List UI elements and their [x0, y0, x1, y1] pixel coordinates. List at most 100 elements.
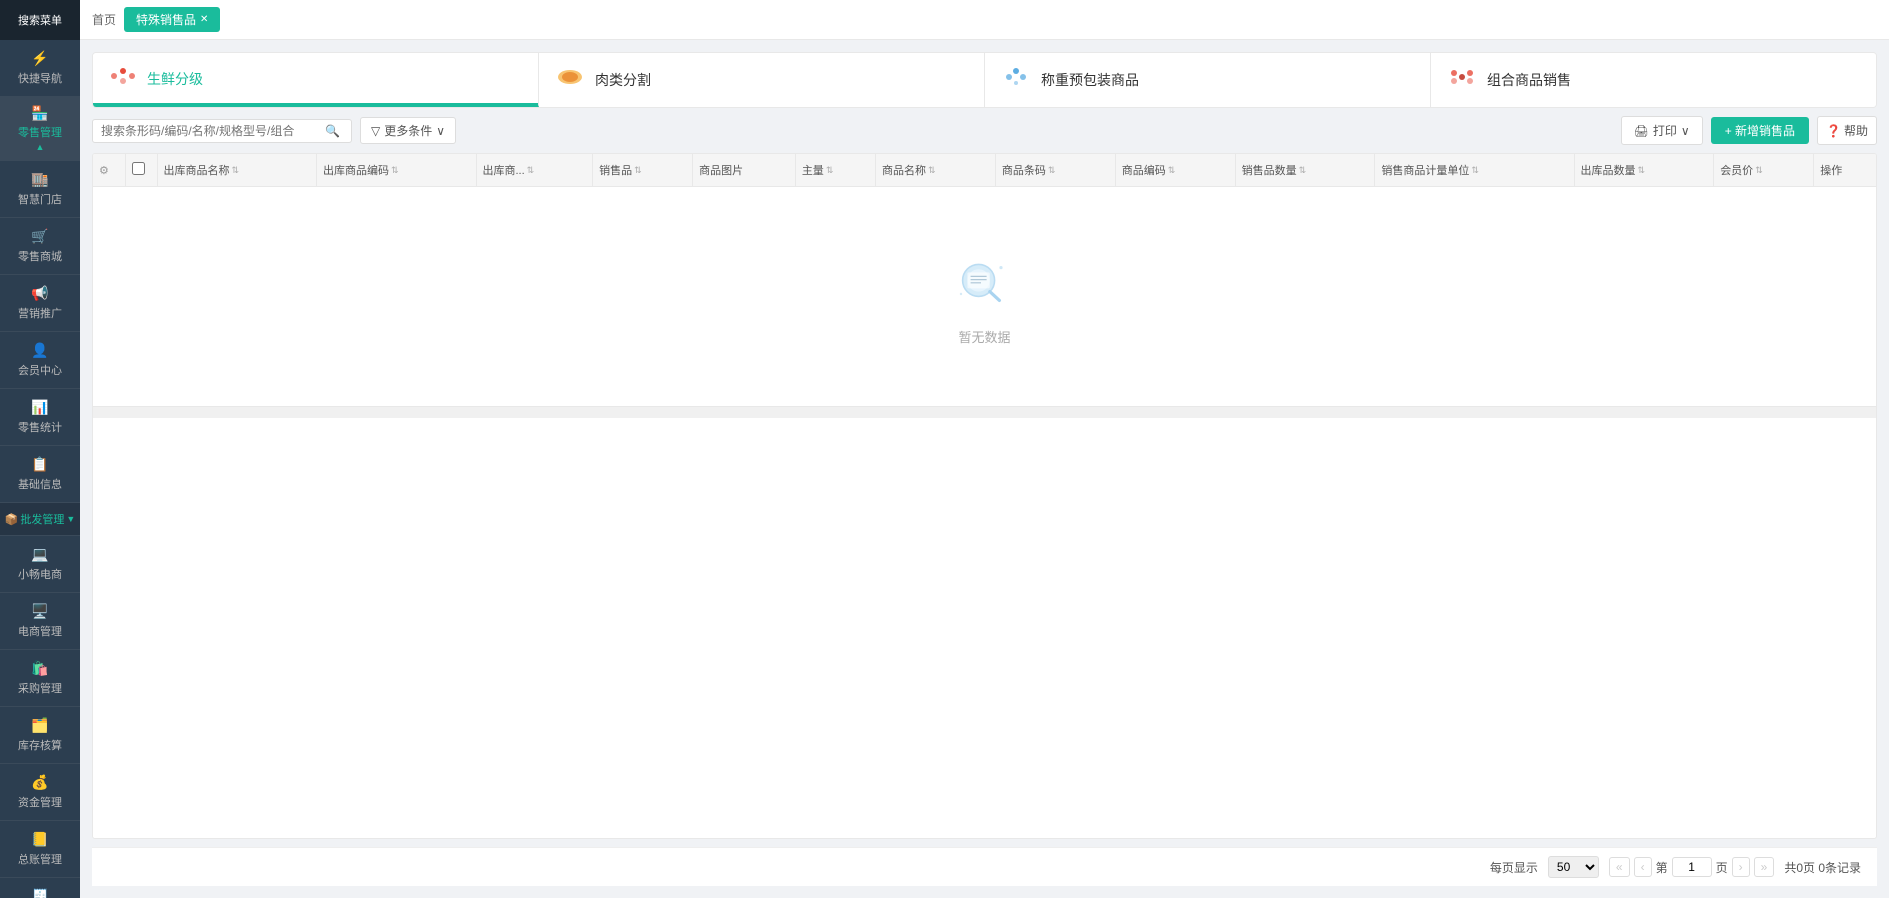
th-sales-qty[interactable]: 销售品数量 ⇅	[1235, 154, 1375, 187]
expand-icon: ▲	[36, 142, 45, 152]
member-center-icon: 👤	[31, 342, 48, 359]
tab-card-combo-sales[interactable]: 组合商品销售	[1431, 53, 1876, 107]
sidebar-item-label: 小畅电商	[18, 566, 62, 582]
home-breadcrumb[interactable]: 首页	[92, 11, 116, 28]
sort-icon: ⇅	[928, 165, 936, 176]
th-sales-unit[interactable]: 销售商品计量单位 ⇅	[1375, 154, 1574, 187]
sort-icon: ⇅	[634, 165, 642, 176]
combo-sales-icon	[1447, 66, 1477, 94]
wholesale-mgmt-icon: 📦	[5, 513, 19, 526]
prev-page-button[interactable]: ‹	[1634, 857, 1652, 877]
sidebar-item-member-center[interactable]: 👤 会员中心	[0, 332, 80, 389]
tab-card-fresh-grade[interactable]: 生鲜分级	[93, 53, 539, 107]
ecom-mgmt-icon: 🖥️	[31, 603, 48, 620]
sidebar-item-label: 采购管理	[18, 680, 62, 696]
add-sales-button[interactable]: + 新增销售品	[1711, 117, 1809, 144]
empty-state-row: 暂无数据	[93, 187, 1876, 407]
select-all-checkbox[interactable]	[132, 162, 145, 175]
fresh-grade-icon	[109, 65, 137, 93]
th-goods-image: 商品图片	[693, 154, 796, 187]
inventory-check-icon: 🗂️	[31, 717, 48, 734]
sidebar-item-fund-mgmt[interactable]: 💰 资金管理	[0, 764, 80, 821]
th-goods-barcode[interactable]: 商品条码 ⇅	[995, 154, 1115, 187]
th-label: 操作	[1820, 165, 1842, 177]
empty-state: 暂无数据	[93, 187, 1876, 406]
th-label: 销售品	[599, 162, 632, 178]
th-label: 出库品数量	[1581, 162, 1636, 178]
retail-mgmt-icon: 🏪	[31, 105, 48, 122]
tab-card-meat-cut[interactable]: 肉类分割	[539, 53, 985, 107]
th-member-price[interactable]: 会员价 ⇅	[1714, 154, 1814, 187]
print-chevron-icon: ∨	[1681, 124, 1690, 138]
search-box[interactable]: 🔍	[92, 119, 352, 143]
search-menu-label: 搜索菜单	[18, 12, 62, 28]
sidebar-item-label: 基础信息	[18, 476, 62, 492]
sidebar-logo[interactable]: 搜索菜单	[0, 0, 80, 40]
th-goods-code[interactable]: 商品编码 ⇅	[1115, 154, 1235, 187]
print-button[interactable]: 🖨 打印 ∨	[1621, 116, 1703, 145]
help-icon: ❓	[1826, 124, 1841, 138]
sidebar-item-retail-stats[interactable]: 📊 零售统计	[0, 389, 80, 446]
sidebar-item-invoice-mgmt[interactable]: 🧾 发票管理	[0, 878, 80, 898]
close-tab-icon[interactable]: ✕	[200, 14, 208, 25]
next-page-button[interactable]: ›	[1732, 857, 1750, 877]
sidebar-item-general-ledger[interactable]: 📒 总账管理	[0, 821, 80, 878]
first-page-button[interactable]: «	[1609, 857, 1630, 877]
table-container: ⚙ 出库商品名称 ⇅ 出库商	[92, 153, 1877, 839]
sidebar-item-mini-ecom[interactable]: 💻 小畅电商	[0, 536, 80, 593]
th-label: 会员价	[1720, 162, 1753, 178]
fresh-grade-title: 生鲜分级	[147, 69, 203, 89]
search-icon: 🔍	[325, 124, 340, 138]
tab-card-weigh-pack[interactable]: 称重预包装商品	[985, 53, 1431, 107]
sidebar-item-wholesale-mgmt[interactable]: 📦 批发管理 ▼	[0, 503, 80, 536]
th-label: 出库商品名称	[164, 162, 230, 178]
th-sales-goods[interactable]: 销售品 ⇅	[593, 154, 693, 187]
quick-nav-icon: ⚡	[31, 50, 48, 67]
sidebar-item-label: 零售管理	[18, 124, 62, 140]
th-label: 商品图片	[699, 165, 743, 177]
toolbar: 🔍 ▽ 更多条件 ∨ 🖨 打印 ∨ + 新增销售品 ❓	[92, 116, 1877, 145]
filter-chevron-icon: ∨	[436, 124, 445, 138]
print-label: 打印	[1653, 122, 1677, 139]
help-button[interactable]: ❓ 帮助	[1817, 116, 1877, 145]
th-checkbox[interactable]	[125, 154, 157, 187]
th-out-goods-code[interactable]: 出库商品编码 ⇅	[317, 154, 477, 187]
print-icon: 🖨	[1634, 124, 1649, 138]
horizontal-scrollbar[interactable]	[93, 406, 1876, 418]
th-label: 商品编码	[1122, 162, 1166, 178]
fund-mgmt-icon: 💰	[31, 774, 48, 791]
toolbar-right: 🖨 打印 ∨ + 新增销售品 ❓ 帮助	[1621, 116, 1877, 145]
th-out-goods-more[interactable]: 出库商... ⇅	[476, 154, 593, 187]
page-nav: « ‹ 第 页 › »	[1609, 857, 1774, 877]
sidebar-item-ecom-mgmt[interactable]: 🖥️ 电商管理	[0, 593, 80, 650]
sidebar-item-purchase-mgmt[interactable]: 🛍️ 采购管理	[0, 650, 80, 707]
page-input[interactable]	[1672, 857, 1712, 877]
filter-label: 更多条件	[384, 122, 432, 139]
filter-button[interactable]: ▽ 更多条件 ∨	[360, 117, 456, 144]
gear-icon[interactable]: ⚙	[99, 165, 109, 177]
th-operation: 操作	[1814, 154, 1876, 187]
sidebar-item-label: 库存核算	[18, 737, 62, 753]
sidebar-item-smart-store[interactable]: 🏬 智慧门店	[0, 161, 80, 218]
sidebar-item-retail-mgmt[interactable]: 🏪 零售管理 ▲	[0, 97, 80, 161]
sidebar-item-inventory-check[interactable]: 🗂️ 库存核算	[0, 707, 80, 764]
th-out-goods-name[interactable]: 出库商品名称 ⇅	[157, 154, 317, 187]
sidebar-item-sales-promo[interactable]: 📢 营销推广	[0, 275, 80, 332]
empty-illustration	[945, 247, 1025, 317]
th-out-qty[interactable]: 出库品数量 ⇅	[1574, 154, 1714, 187]
per-page-select[interactable]: 50 10 20 100	[1548, 856, 1599, 878]
sidebar-item-label: 快捷导航	[18, 70, 62, 86]
th-settings[interactable]: ⚙	[93, 154, 125, 187]
sort-icon: ⇅	[391, 165, 399, 176]
total-records: 共0页 0条记录	[1784, 859, 1861, 876]
th-main-unit[interactable]: 主量 ⇅	[795, 154, 875, 187]
th-goods-name[interactable]: 商品名称 ⇅	[876, 154, 996, 187]
sidebar-item-quick-nav[interactable]: ⚡ 快捷导航	[0, 40, 80, 97]
th-label: 商品条码	[1002, 162, 1046, 178]
sidebar-item-label: 零售商城	[18, 248, 62, 264]
search-input[interactable]	[101, 124, 321, 138]
current-tab[interactable]: 特殊销售品 ✕	[124, 7, 220, 32]
last-page-button[interactable]: »	[1754, 857, 1775, 877]
sidebar-item-retail-mall[interactable]: 🛒 零售商城	[0, 218, 80, 275]
sidebar-item-basic-info[interactable]: 📋 基础信息	[0, 446, 80, 503]
